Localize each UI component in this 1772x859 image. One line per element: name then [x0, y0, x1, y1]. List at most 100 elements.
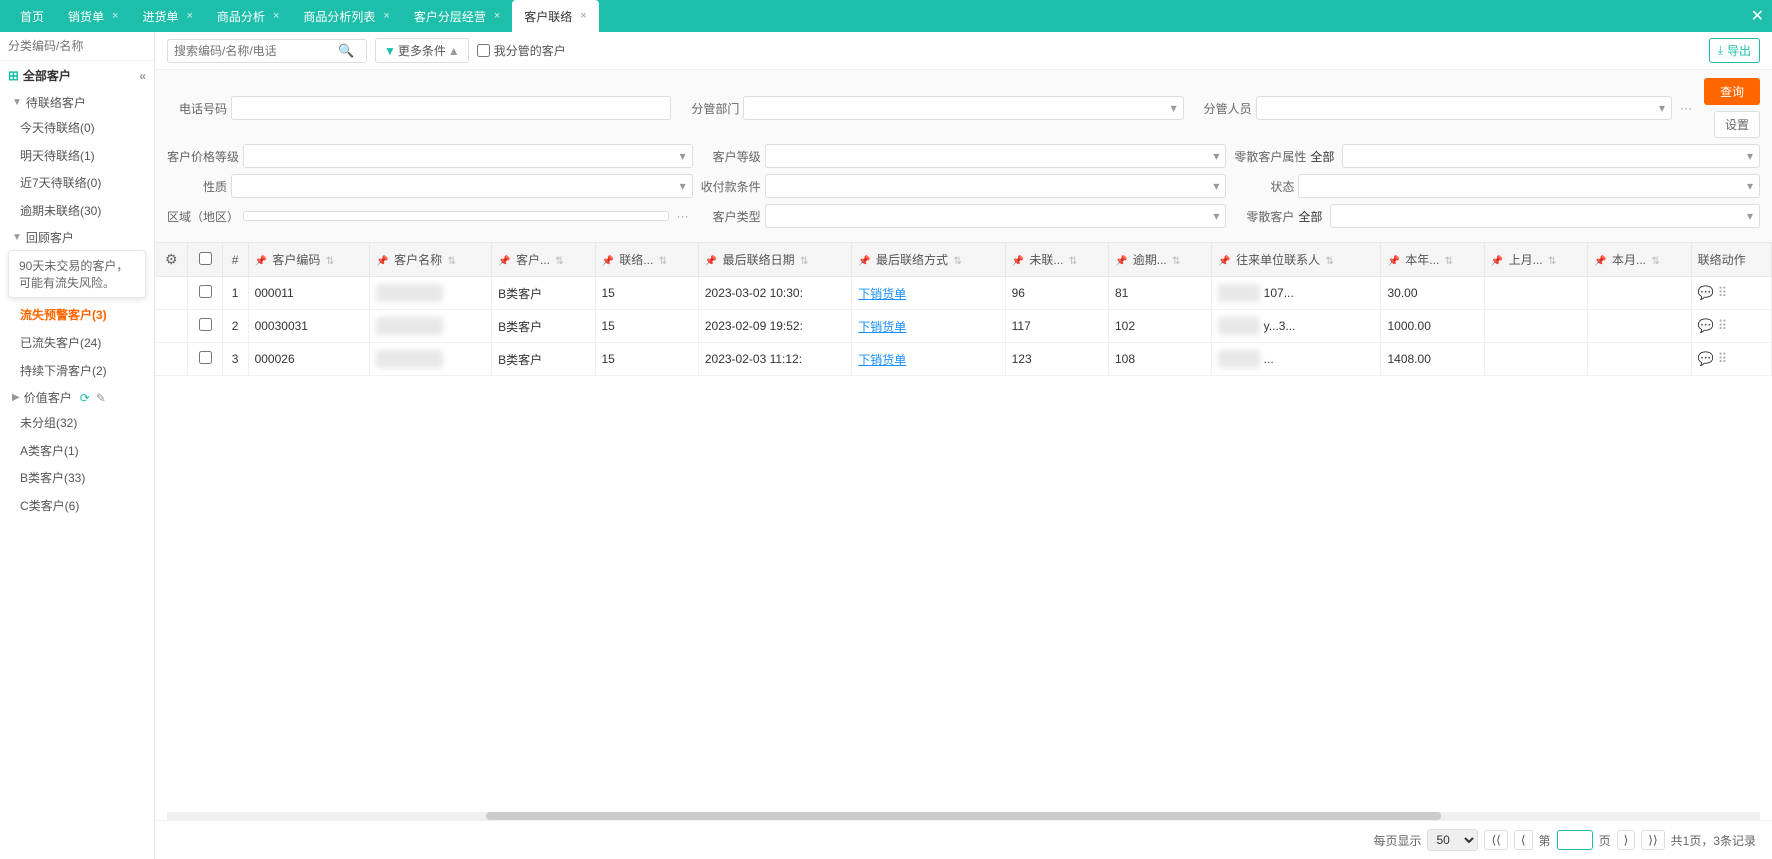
overdue-sort-icon[interactable]: ⇅	[1172, 256, 1180, 267]
th-gear[interactable]: ⚙	[155, 243, 188, 277]
overdue-pin-icon[interactable]: 📌	[1115, 256, 1127, 267]
row-last-method-link[interactable]: 下销货单	[858, 353, 906, 367]
last-page-btn[interactable]: ⟩⟩	[1641, 830, 1664, 850]
horizontal-scrollbar[interactable]	[167, 812, 1760, 820]
sidebar-item-class-a[interactable]: A类客户(1)	[0, 438, 154, 466]
customer-level-select[interactable]: ▾	[765, 144, 1227, 168]
phone-input[interactable]	[231, 96, 671, 120]
payment-select[interactable]: ▾	[765, 174, 1227, 198]
action-chat-icon[interactable]: 💬	[1698, 351, 1714, 367]
action-chat-icon[interactable]: 💬	[1698, 285, 1714, 301]
sidebar-item-tomorrow[interactable]: 明天待联络(1)	[0, 143, 154, 171]
tab-customer-segment[interactable]: 客户分层经营 ×	[402, 0, 512, 32]
valued-edit-icon[interactable]: ✎	[96, 391, 106, 405]
last-method-sort-icon[interactable]: ⇅	[953, 256, 961, 267]
sidebar-item-overdue[interactable]: 逾期未联络(30)	[0, 198, 154, 226]
my-customers-checkbox[interactable]	[477, 44, 490, 57]
sidebar-collapse-icon[interactable]: «	[139, 69, 146, 83]
sidebar-search-input[interactable]	[8, 39, 155, 53]
my-customers-checkbox-area[interactable]: 我分管的客户	[477, 42, 566, 59]
churning-section[interactable]: ▼ 回顾客户	[0, 225, 154, 250]
scrollbar-thumb[interactable]	[486, 812, 1442, 820]
page-size-select[interactable]: 50 100	[1427, 829, 1478, 851]
first-page-btn[interactable]: ⟨⟨	[1484, 830, 1507, 850]
last-month-sort-icon[interactable]: ⇅	[1548, 256, 1556, 267]
row-last-method-link[interactable]: 下销货单	[858, 320, 906, 334]
all-customers-header[interactable]: ⊞ 全部客户 «	[0, 61, 154, 90]
contact-sort-icon[interactable]: ⇅	[659, 256, 667, 267]
row-checkbox[interactable]	[199, 318, 212, 331]
search-input[interactable]	[174, 44, 334, 58]
last-method-pin-icon[interactable]: 📌	[858, 256, 870, 267]
manager-select[interactable]: ▾	[1256, 96, 1672, 120]
area-more-icon[interactable]: ···	[673, 209, 693, 223]
this-year-pin-icon[interactable]: 📌	[1387, 256, 1399, 267]
sidebar-item-today[interactable]: 今天待联络(0)	[0, 115, 154, 143]
pin-icon[interactable]: 📌	[255, 256, 267, 267]
gear-icon[interactable]: ⚙	[165, 251, 178, 267]
select-all-checkbox[interactable]	[199, 252, 212, 265]
settings-button[interactable]: 设置	[1714, 111, 1760, 138]
pending-contact-section[interactable]: ▼ 待联络客户	[0, 90, 154, 115]
row-checkbox[interactable]	[199, 285, 212, 298]
window-close-icon[interactable]: ✕	[1751, 6, 1764, 26]
name-sort-icon[interactable]: ⇅	[448, 256, 456, 267]
valued-refresh-icon[interactable]: ⟳	[80, 391, 90, 405]
export-button[interactable]: ⤓ 导出	[1709, 38, 1760, 63]
next-page-btn[interactable]: ⟩	[1617, 830, 1636, 850]
uncontacted-pin-icon[interactable]: 📌	[1012, 256, 1024, 267]
contacts-pin-icon[interactable]: 📌	[1218, 256, 1230, 267]
sidebar-item-7days[interactable]: 近7天待联络(0)	[0, 170, 154, 198]
this-month-pin-icon[interactable]: 📌	[1594, 256, 1606, 267]
last-date-sort-icon[interactable]: ⇅	[800, 256, 808, 267]
uncontacted-sort-icon[interactable]: ⇅	[1069, 256, 1077, 267]
prev-page-btn[interactable]: ⟨	[1514, 830, 1533, 850]
tab-customer-segment-close[interactable]: ×	[494, 10, 500, 22]
last-date-pin-icon[interactable]: 📌	[705, 256, 717, 267]
tab-customer-contact[interactable]: 客户联络 ×	[512, 0, 598, 32]
more-conditions-btn[interactable]: ▼ 更多条件 ▲	[375, 38, 469, 63]
page-number-input[interactable]: 1	[1557, 830, 1593, 850]
tab-sales[interactable]: 销货单 ×	[56, 0, 130, 32]
sidebar-item-churn-warning[interactable]: 流失预警客户(3)	[0, 302, 154, 330]
status-select[interactable]: ▾	[1298, 174, 1760, 198]
tab-purchase-close[interactable]: ×	[186, 10, 192, 22]
this-month-sort-icon[interactable]: ⇅	[1651, 256, 1659, 267]
zero-customer-select[interactable]: ▾	[1330, 204, 1760, 228]
price-level-select[interactable]: ▾	[243, 144, 693, 168]
action-more-icon[interactable]: ⠿	[1718, 318, 1728, 334]
tab-analysis-close[interactable]: ×	[273, 10, 279, 22]
customer-type-select[interactable]: ▾	[765, 204, 1227, 228]
sidebar-item-ungrouped[interactable]: 未分组(32)	[0, 410, 154, 438]
gender-select[interactable]: ▾	[231, 174, 693, 198]
action-chat-icon[interactable]: 💬	[1698, 318, 1714, 334]
manager-more-icon[interactable]: ···	[1676, 101, 1696, 115]
last-month-pin-icon[interactable]: 📌	[1491, 256, 1503, 267]
type-pin-icon[interactable]: 📌	[498, 256, 510, 267]
tab-home[interactable]: 首页	[8, 0, 56, 32]
type-sort-icon[interactable]: ⇅	[555, 256, 563, 267]
code-sort-icon[interactable]: ⇅	[326, 256, 334, 267]
search-icon[interactable]: 🔍	[338, 43, 354, 59]
action-more-icon[interactable]: ⠿	[1718, 351, 1728, 367]
zero-retail-select[interactable]: ▾	[1342, 144, 1760, 168]
tab-sales-close[interactable]: ×	[112, 10, 118, 22]
contact-pin-icon[interactable]: 📌	[602, 256, 614, 267]
tab-analysis-list-close[interactable]: ×	[383, 10, 389, 22]
name-pin-icon[interactable]: 📌	[376, 256, 388, 267]
valued-section[interactable]: ▶ 价值客户 ⟳ ✎	[0, 385, 154, 410]
tab-analysis[interactable]: 商品分析 ×	[205, 0, 291, 32]
sidebar-item-declining[interactable]: 持续下滑客户(2)	[0, 358, 154, 386]
row-last-method-link[interactable]: 下销货单	[858, 287, 906, 301]
sidebar-item-class-c[interactable]: C类客户(6)	[0, 493, 154, 521]
row-checkbox[interactable]	[199, 351, 212, 364]
tab-analysis-list[interactable]: 商品分析列表 ×	[291, 0, 401, 32]
action-more-icon[interactable]: ⠿	[1718, 285, 1728, 301]
dept-select[interactable]: ▾	[743, 96, 1183, 120]
this-year-sort-icon[interactable]: ⇅	[1445, 256, 1453, 267]
query-button[interactable]: 查询	[1704, 78, 1760, 105]
sidebar-item-churned[interactable]: 已流失客户(24)	[0, 330, 154, 358]
sidebar-item-class-b[interactable]: B类客户(33)	[0, 465, 154, 493]
area-select[interactable]	[243, 211, 669, 221]
tab-purchase[interactable]: 进货单 ×	[130, 0, 204, 32]
